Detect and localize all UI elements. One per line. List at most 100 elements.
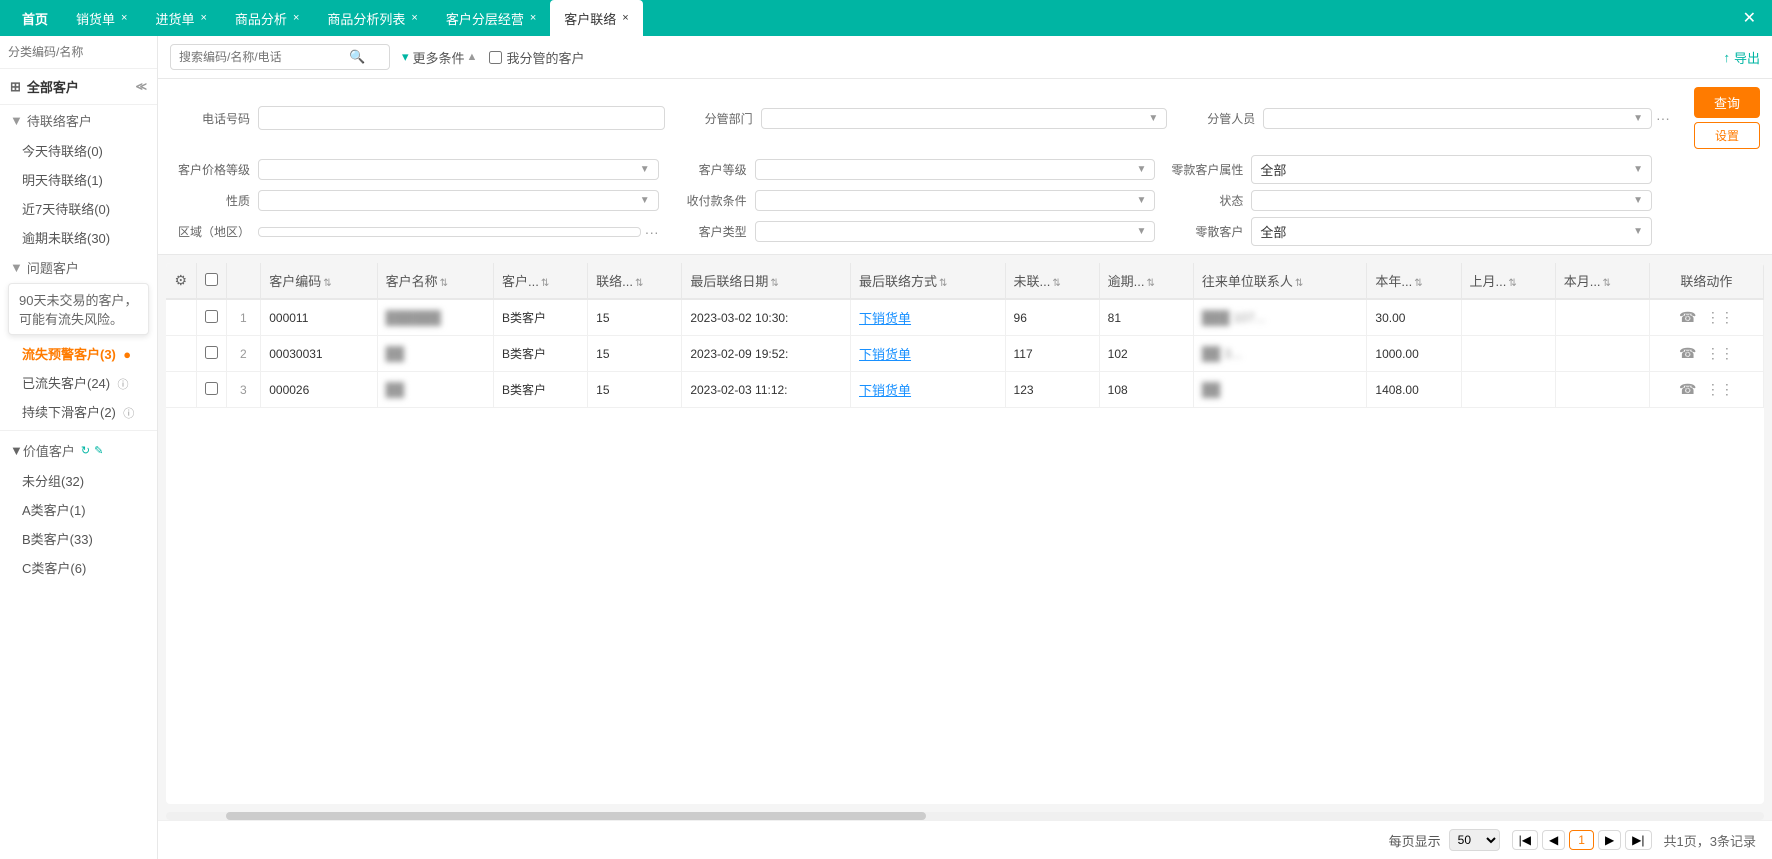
phone-input[interactable] [258, 106, 665, 130]
payment-select[interactable]: ▼ [755, 190, 1156, 211]
tab-purchase[interactable]: 进货单 × [141, 0, 220, 36]
sidebar-group-pending[interactable]: ▼ 待联络客户 [0, 105, 157, 136]
adv-filter-row-4: 区域（地区） ··· 客户类型 ▼ 零散客户 全部 [170, 217, 1760, 246]
settings-button[interactable]: 设置 [1694, 122, 1760, 149]
select-all-checkbox[interactable] [205, 273, 218, 286]
row-last-method-2[interactable]: 下销货单 [851, 372, 1006, 408]
manager-select-arrow: ▼ [1633, 113, 1643, 124]
status-select[interactable]: ▼ [1251, 190, 1652, 211]
action-more-1[interactable]: ⋮⋮ [1706, 345, 1734, 361]
col-code[interactable]: 客户编码⇅ [261, 263, 377, 299]
col-overdue[interactable]: 逾期...⇅ [1099, 263, 1193, 299]
col-last-date[interactable]: 最后联络日期⇅ [682, 263, 851, 299]
tab-analysis-list-close[interactable]: × [411, 12, 417, 24]
sort-icon-overdue: ⇅ [1147, 278, 1155, 289]
action-more-0[interactable]: ⋮⋮ [1706, 309, 1734, 325]
col-this-year[interactable]: 本年...⇅ [1367, 263, 1461, 299]
info-icon-declining: ⓘ [123, 408, 134, 420]
sidebar-item-unclassified[interactable]: 未分组(32) [0, 466, 157, 495]
tab-sales[interactable]: 销货单 × [62, 0, 141, 36]
sidebar-all-customers[interactable]: ⊞ 全部客户 ≪ [0, 69, 157, 105]
action-phone-1[interactable]: ☎ [1679, 345, 1696, 361]
col-last-month[interactable]: 上月...⇅ [1461, 263, 1555, 299]
sidebar-item-churned[interactable]: 已流失客户(24) ⓘ [0, 368, 157, 397]
col-type[interactable]: 客户...⇅ [494, 263, 588, 299]
group-problem-label: 问题客户 [27, 258, 79, 277]
row-last-method-1[interactable]: 下销货单 [851, 336, 1006, 372]
tab-home[interactable]: 首页 [8, 0, 62, 36]
export-button[interactable]: ↑ 导出 [1723, 48, 1760, 67]
tab-analysis-list[interactable]: 商品分析列表 × [313, 0, 431, 36]
sidebar-item-tomorrow[interactable]: 明天待联络(1) [0, 165, 157, 194]
my-customers-checkbox[interactable] [489, 51, 502, 64]
col-contact[interactable]: 联络...⇅ [588, 263, 682, 299]
row-check-2[interactable] [205, 382, 218, 395]
row-checkbox-2[interactable] [196, 372, 226, 408]
customer-tier-select[interactable]: ▼ [755, 159, 1156, 180]
table-row: 2 00030031 ██ B类客户 15 2023-02-09 19:52: … [166, 336, 1764, 372]
query-button[interactable]: 查询 [1694, 87, 1760, 118]
zero-customer-select[interactable]: 全部 ▼ [1251, 217, 1652, 246]
filter-search-input[interactable] [179, 50, 349, 64]
sidebar-group-value[interactable]: ▼ 价值客户 ↻ ✎ [0, 435, 157, 466]
sidebar: 🔍 ⊞ 全部客户 ≪ ▼ 待联络客户 今天待联络(0) 明天待联络(1) 近7天… [0, 36, 158, 859]
tab-customer-tier[interactable]: 客户分层经营 × [432, 0, 550, 36]
row-checkbox-0[interactable] [196, 299, 226, 336]
dept-select[interactable]: ▼ [761, 108, 1168, 129]
tab-customer-tier-close[interactable]: × [530, 12, 536, 24]
sidebar-item-declining[interactable]: 持续下滑客户(2) ⓘ [0, 397, 157, 426]
horizontal-scrollbar[interactable] [166, 812, 1764, 820]
col-unit-contact[interactable]: 往来单位联系人⇅ [1193, 263, 1367, 299]
manager-select[interactable]: ▼ [1263, 108, 1652, 129]
nature-select[interactable]: ▼ [258, 190, 659, 211]
last-page-button[interactable]: ▶| [1625, 830, 1651, 850]
sidebar-item-c-class[interactable]: C类客户(6) [0, 553, 157, 582]
col-last-method[interactable]: 最后联络方式⇅ [851, 263, 1006, 299]
per-page-select[interactable]: 50 100 200 [1449, 829, 1500, 851]
sidebar-item-b-class[interactable]: B类客户(33) [0, 524, 157, 553]
prev-page-button[interactable]: ◀ [1542, 830, 1565, 850]
my-customers-label: 我分管的客户 [506, 48, 584, 67]
sort-icon-type: ⇅ [541, 278, 549, 289]
filter-more-conditions[interactable]: ▾ 更多条件 ▲ [402, 48, 477, 67]
sidebar-search-input[interactable] [8, 45, 158, 59]
col-name[interactable]: 客户名称⇅ [377, 263, 493, 299]
col-uncontacted[interactable]: 未联...⇅ [1005, 263, 1099, 299]
row-last-date-1: 2023-02-09 19:52: [682, 336, 851, 372]
zero-attr-select[interactable]: 全部 ▼ [1251, 155, 1652, 184]
action-phone-0[interactable]: ☎ [1679, 309, 1696, 325]
tab-sales-close[interactable]: × [121, 12, 127, 24]
col-this-month[interactable]: 本月...⇅ [1555, 263, 1649, 299]
my-customers-checkbox-area[interactable]: 我分管的客户 [489, 48, 584, 67]
region-dots[interactable]: ··· [645, 224, 659, 240]
tab-analysis-close[interactable]: × [293, 12, 299, 24]
action-phone-2[interactable]: ☎ [1679, 381, 1696, 397]
row-check-0[interactable] [205, 310, 218, 323]
edit-icon-value[interactable]: ✎ [94, 444, 103, 457]
sidebar-item-a-class[interactable]: A类客户(1) [0, 495, 157, 524]
col-settings[interactable]: ⚙ [166, 263, 196, 299]
next-page-button[interactable]: ▶ [1598, 830, 1621, 850]
tab-customer-contact-close[interactable]: × [622, 12, 628, 24]
sidebar-item-churn-warning[interactable]: 流失预警客户(3) ● [0, 339, 157, 368]
scrollbar-thumb[interactable] [226, 812, 926, 820]
tab-customer-contact[interactable]: 客户联络 × [550, 0, 642, 36]
row-check-1[interactable] [205, 346, 218, 359]
sidebar-item-today[interactable]: 今天待联络(0) [0, 136, 157, 165]
row-checkbox-1[interactable] [196, 336, 226, 372]
action-more-2[interactable]: ⋮⋮ [1706, 381, 1734, 397]
row-last-method-0[interactable]: 下销货单 [851, 299, 1006, 336]
region-select[interactable] [258, 227, 641, 237]
first-page-button[interactable]: |◀ [1512, 830, 1538, 850]
tab-analysis[interactable]: 商品分析 × [221, 0, 313, 36]
customer-type-select[interactable]: ▼ [755, 221, 1156, 242]
manager-dots[interactable]: ··· [1656, 110, 1670, 126]
price-tier-select[interactable]: ▼ [258, 159, 659, 180]
refresh-icon-value[interactable]: ↻ [81, 444, 90, 457]
sidebar-group-problem[interactable]: ▼ 问题客户 [0, 252, 157, 283]
window-close-button[interactable]: ✕ [1735, 8, 1764, 28]
tab-purchase-close[interactable]: × [200, 12, 206, 24]
sidebar-item-overdue[interactable]: 逾期未联络(30) [0, 223, 157, 252]
sidebar-item-7days[interactable]: 近7天待联络(0) [0, 194, 157, 223]
filter-search-icon[interactable]: 🔍 [349, 49, 365, 65]
